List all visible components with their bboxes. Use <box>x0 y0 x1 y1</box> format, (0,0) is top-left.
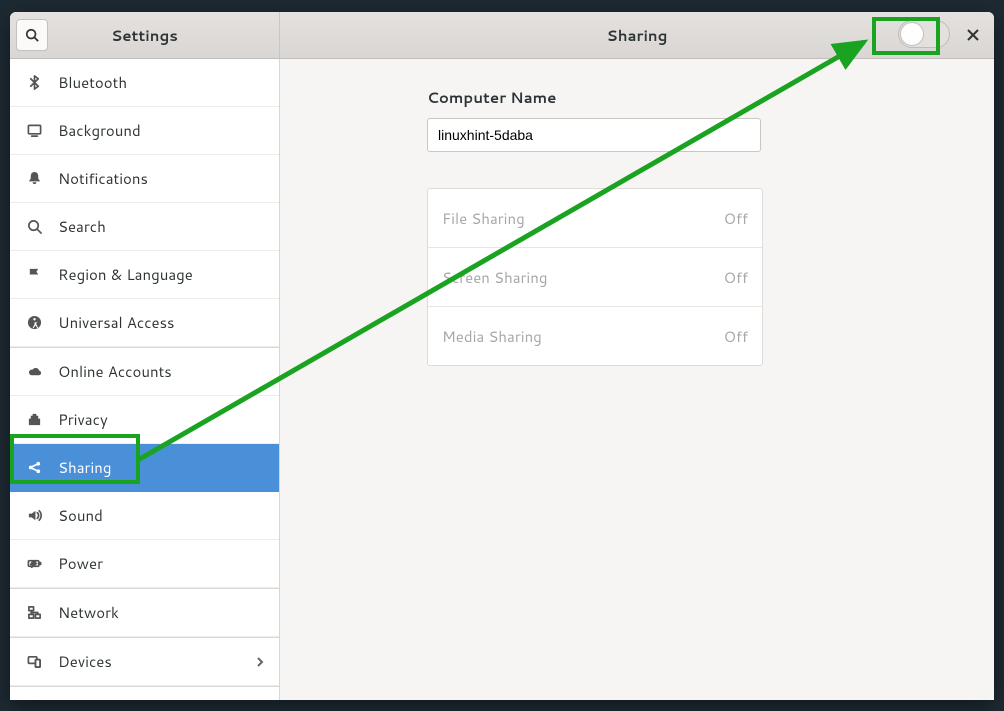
sidebar-item-details[interactable]: Details <box>10 686 279 700</box>
sidebar-item-label: Online Accounts <box>58 361 172 382</box>
sharing-row-screen-sharing[interactable]: Screen Sharing Off <box>428 248 762 307</box>
sidebar-item-background[interactable]: Background <box>10 107 279 155</box>
sharing-panel: Computer Name File SharingOffScreen Shar… <box>280 59 994 700</box>
close-button[interactable] <box>958 20 988 50</box>
share-icon <box>24 460 44 475</box>
privacy-icon <box>24 412 44 427</box>
header-right-title: Sharing <box>280 25 994 46</box>
devices-icon <box>24 654 44 669</box>
sidebar-item-bluetooth[interactable]: Bluetooth <box>10 59 279 107</box>
sidebar-item-network[interactable]: Network <box>10 588 279 637</box>
sidebar-item-label: Network <box>58 602 119 623</box>
search-icon <box>25 28 39 42</box>
sidebar-item-label: Search <box>58 216 106 237</box>
sidebar-item-label: Sound <box>58 505 103 526</box>
sidebar-item-search[interactable]: Search <box>10 203 279 251</box>
sidebar-item-label: Devices <box>58 651 112 672</box>
header-bar: Settings Sharing <box>10 12 994 59</box>
computer-name-input[interactable] <box>427 118 761 152</box>
sharing-row-label: Media Sharing <box>442 326 542 347</box>
computer-name-label: Computer Name <box>427 87 847 108</box>
search-button[interactable] <box>16 19 48 51</box>
settings-window: Settings Sharing Bluetooth Background Noti… <box>10 12 994 700</box>
window-body: Bluetooth Background Notifications Search Re… <box>10 59 994 700</box>
sharing-row-media-sharing[interactable]: Media Sharing Off <box>428 307 762 365</box>
sidebar-item-region-language[interactable]: Region & Language <box>10 251 279 299</box>
sidebar-item-label: Background <box>58 120 141 141</box>
sidebar-item-label: Notifications <box>58 168 148 189</box>
cloud-icon <box>24 364 44 379</box>
display-icon <box>24 123 44 138</box>
header-right: Sharing <box>280 12 994 58</box>
sidebar-item-label: Privacy <box>58 409 108 430</box>
sidebar-item-sharing[interactable]: Sharing <box>10 444 279 492</box>
sidebar-item-label: Region & Language <box>58 264 193 285</box>
sidebar-item-devices[interactable]: Devices <box>10 637 279 686</box>
sharing-row-status: Off <box>724 326 748 347</box>
sidebar-item-online-accounts[interactable]: Online Accounts <box>10 347 279 396</box>
bell-icon <box>24 171 44 186</box>
sidebar-item-label: Universal Access <box>58 312 175 333</box>
sidebar-item-universal-access[interactable]: Universal Access <box>10 299 279 347</box>
chevron-right-icon <box>255 652 265 672</box>
bluetooth-icon <box>24 75 44 90</box>
sharing-row-label: Screen Sharing <box>442 267 547 288</box>
search-icon <box>24 219 44 234</box>
accessibility-icon <box>24 315 44 330</box>
sharing-row-file-sharing[interactable]: File Sharing Off <box>428 189 762 248</box>
sharing-row-label: File Sharing <box>442 208 525 229</box>
close-icon <box>967 29 979 41</box>
sharing-options-list: File SharingOffScreen SharingOffMedia Sh… <box>427 188 763 366</box>
sidebar-item-notifications[interactable]: Notifications <box>10 155 279 203</box>
sidebar-item-label: Bluetooth <box>58 72 127 93</box>
header-left: Settings <box>10 12 280 58</box>
flag-icon <box>24 267 44 282</box>
sharing-row-status: Off <box>724 208 748 229</box>
sharing-master-switch[interactable] <box>898 20 950 48</box>
sidebar-item-label: Sharing <box>58 457 111 478</box>
sidebar-item-power[interactable]: Power <box>10 540 279 588</box>
network-icon <box>24 605 44 620</box>
sidebar-item-sound[interactable]: Sound <box>10 492 279 540</box>
power-icon <box>24 556 44 571</box>
sidebar-item-label: Power <box>58 553 103 574</box>
sidebar-item-privacy[interactable]: Privacy <box>10 396 279 444</box>
sharing-row-status: Off <box>724 267 748 288</box>
switch-knob <box>900 22 924 46</box>
speaker-icon <box>24 508 44 523</box>
header-left-title: Settings <box>10 25 279 46</box>
settings-sidebar[interactable]: Bluetooth Background Notifications Search Re… <box>10 59 280 700</box>
